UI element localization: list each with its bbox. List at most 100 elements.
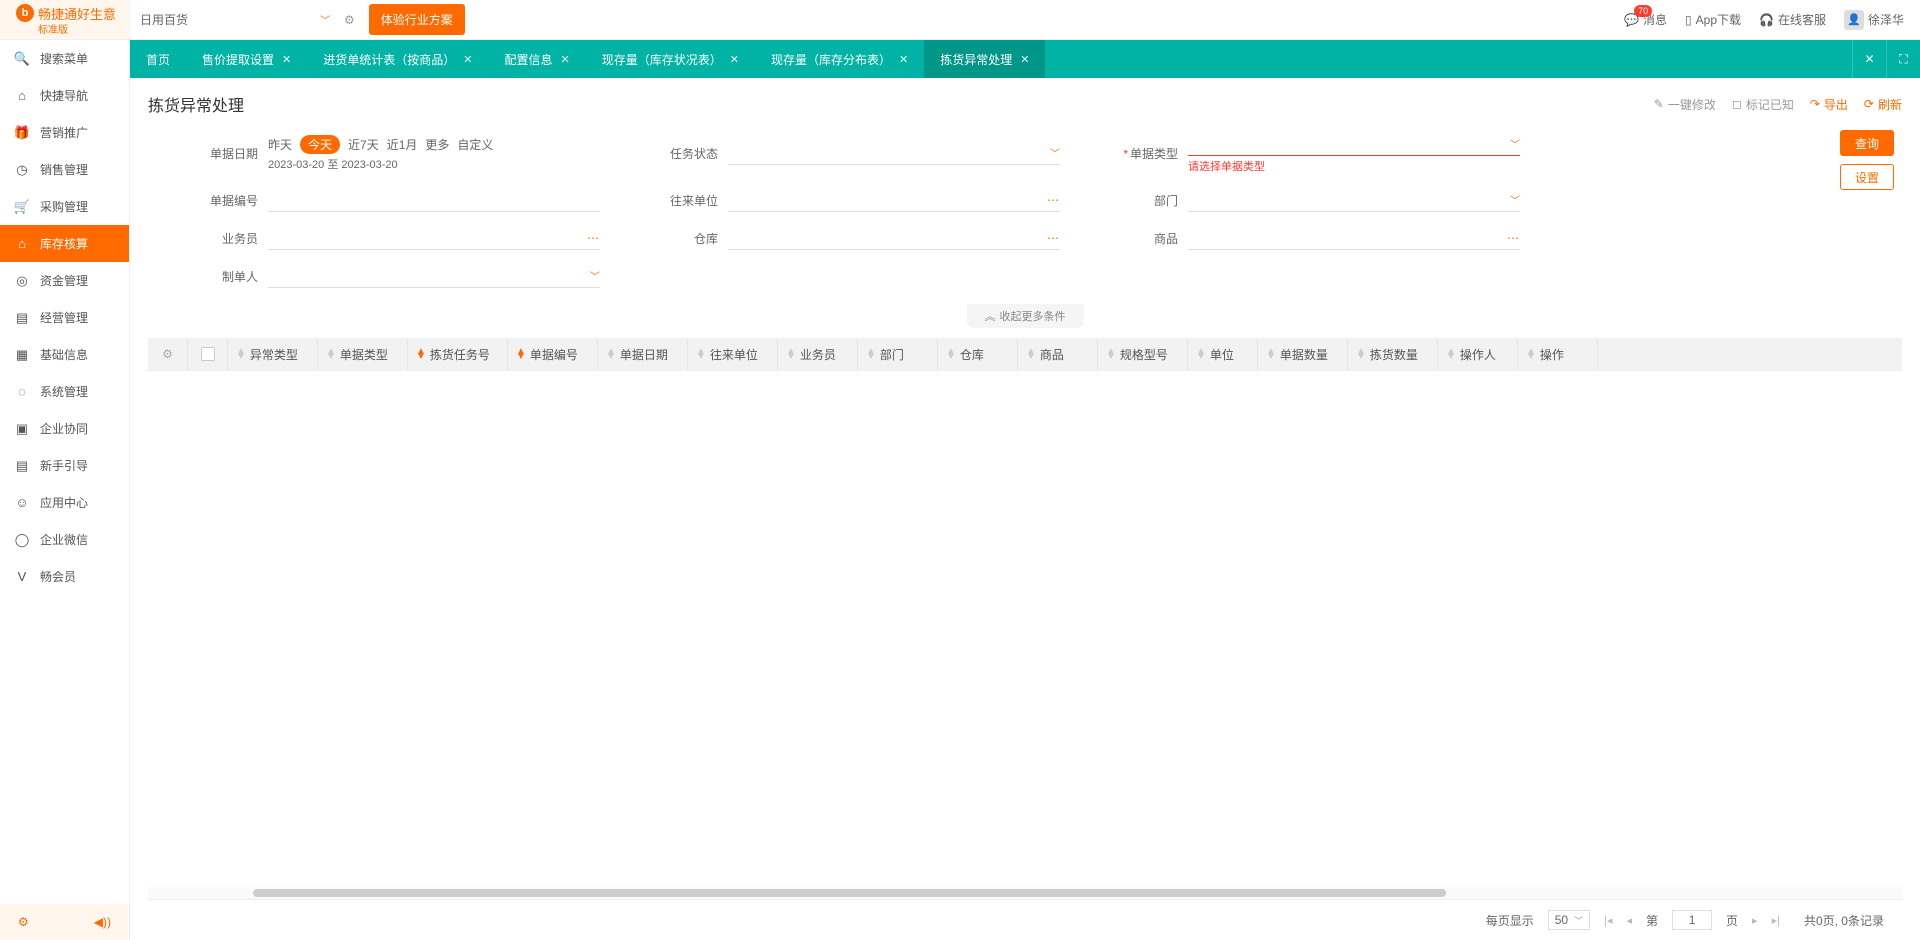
column-header[interactable]: ▲▼拣货任务号 [408,338,508,370]
label-dept: 部门 [1100,192,1188,209]
goods-select[interactable]: ⋯ [1188,226,1520,250]
tab-6[interactable]: 拣货异常处理 ✕ [924,40,1045,78]
sidebar-item-4[interactable]: 🛒采购管理 [0,188,129,225]
date-option[interactable]: 近7天 [348,136,379,153]
tab-5[interactable]: 现存量（库存分布表）✕ [755,40,924,78]
settings-button[interactable]: 设置 [1840,164,1894,190]
tab-0[interactable]: 首页 [130,40,186,78]
date-option[interactable]: 今天 [300,135,340,154]
column-header[interactable]: ▲▼异常类型 [228,338,318,370]
column-label: 单据类型 [340,346,388,363]
column-header[interactable]: ▲▼单据日期 [598,338,688,370]
prev-page[interactable]: ◂ [1626,914,1632,927]
sidebar-item-2[interactable]: 🎁营销推广 [0,114,129,151]
partner-select[interactable]: ⋯ [728,188,1060,212]
chevron-up-icon: ︽ [985,308,996,324]
sales-select[interactable]: ⋯ [268,226,600,250]
column-header[interactable]: ▲▼往来单位 [688,338,778,370]
sidebar-item-3[interactable]: ◷销售管理 [0,151,129,188]
close-icon[interactable]: ✕ [463,53,472,66]
refresh-action[interactable]: ⟳刷新 [1864,96,1902,113]
warehouse-select[interactable]: ⋯ [728,226,1060,250]
sidebar-item-10[interactable]: ▣企业协同 [0,410,129,447]
column-header[interactable]: ▲▼商品 [1018,338,1098,370]
filter-panel: 查询 设置 单据日期 昨天今天近7天近1月更多自定义 2023-03-20 至 … [130,126,1920,302]
column-header[interactable]: ▲▼单据编号 [508,338,598,370]
date-option[interactable]: 昨天 [268,136,292,153]
date-option[interactable]: 近1月 [387,136,418,153]
sidebar-item-12[interactable]: ☺应用中心 [0,484,129,521]
column-header[interactable]: ▲▼操作 [1518,338,1598,370]
store-select[interactable]: 日用百货 ﹀ [140,11,330,28]
date-option[interactable]: 更多 [425,136,449,153]
fullscreen-icon[interactable]: ⛶ [1886,40,1920,78]
sidebar-item-label: 快捷导航 [40,87,88,104]
messages-button[interactable]: 💬 消息 70 [1624,11,1667,28]
column-label: 规格型号 [1120,346,1168,363]
column-header[interactable]: ▲▼规格型号 [1098,338,1188,370]
sidebar-item-14[interactable]: V畅会员 [0,558,129,595]
doc-type-select[interactable]: ﹀ [1188,132,1520,156]
sidebar-item-13[interactable]: ◯企业微信 [0,521,129,558]
column-header[interactable]: ▲▼拣货数量 [1348,338,1438,370]
task-status-select[interactable]: ﹀ [728,141,1060,165]
sidebar-item-9[interactable]: ◌系统管理 [0,373,129,410]
label-doc-type: 单据类型 [1100,145,1188,162]
close-icon[interactable]: ✕ [1020,53,1029,66]
date-option[interactable]: 自定义 [457,136,493,153]
column-header[interactable]: ▲▼单据数量 [1258,338,1348,370]
doc-no-input[interactable] [268,188,600,212]
menu-icon: ▣ [14,421,30,437]
sort-icon: ▲▼ [1196,349,1206,359]
mark-known-action[interactable]: ◻标记已知 [1732,96,1794,113]
query-button[interactable]: 查询 [1840,130,1894,156]
column-header[interactable]: ▲▼部门 [858,338,938,370]
close-icon[interactable]: ✕ [730,53,739,66]
cta-button[interactable]: 体验行业方案 [369,4,465,35]
export-action[interactable]: ↷导出 [1810,96,1848,113]
next-page[interactable]: ▸ [1752,914,1758,927]
online-service[interactable]: 🎧 在线客服 [1759,11,1826,28]
close-icon[interactable]: ✕ [561,53,570,66]
column-header[interactable]: ▲▼单位 [1188,338,1258,370]
tab-2[interactable]: 进货单统计表（按商品）✕ [307,40,488,78]
tab-label: 拣货异常处理 [940,51,1012,68]
tab-4[interactable]: 现存量（库存状况表）✕ [586,40,755,78]
more-icon: ⋯ [1047,193,1060,207]
close-icon[interactable]: ✕ [282,53,291,66]
brand-name: 畅捷通好生意 [38,4,116,23]
column-settings[interactable]: ⚙ [148,338,188,370]
horizontal-scrollbar[interactable] [148,887,1902,899]
user-menu[interactable]: 👤 徐泽华 [1844,10,1904,30]
batch-edit-action[interactable]: ✎一键修改 [1654,96,1716,113]
sidebar-item-6[interactable]: ◎资金管理 [0,262,129,299]
first-page[interactable]: |◂ [1604,914,1612,927]
select-all-checkbox[interactable] [188,338,228,370]
close-icon[interactable]: ✕ [899,53,908,66]
sidebar-item-5[interactable]: ⌂库存核算 [0,225,129,262]
column-header[interactable]: ▲▼操作人 [1438,338,1518,370]
maker-select[interactable]: ﹀ [268,264,600,288]
per-page-select[interactable]: 50 ﹀ [1548,910,1590,930]
page-input[interactable]: 1 [1672,910,1712,930]
last-page[interactable]: ▸| [1772,914,1780,927]
sidebar-item-7[interactable]: ▤经营管理 [0,299,129,336]
tab-3[interactable]: 配置信息✕ [488,40,585,78]
collapse-filters[interactable]: ︽ 收起更多条件 [967,304,1084,328]
column-header[interactable]: ▲▼单据类型 [318,338,408,370]
sidebar-item-11[interactable]: ▤新手引导 [0,447,129,484]
settings-icon[interactable]: ⚙ [344,13,355,27]
gear-icon[interactable]: ⚙ [18,915,29,929]
sort-icon: ▲▼ [1356,349,1366,359]
dept-select[interactable]: ﹀ [1188,188,1520,212]
sidebar-item-1[interactable]: ⌂快捷导航 [0,77,129,114]
tab-close-all[interactable]: ✕ [1852,40,1886,78]
menu-icon: ◷ [14,162,30,178]
column-header[interactable]: ▲▼仓库 [938,338,1018,370]
app-download[interactable]: ▯ App下载 [1685,11,1741,28]
collapse-icon[interactable]: ◀)) [94,915,111,929]
sidebar-item-8[interactable]: ▦基础信息 [0,336,129,373]
sidebar-item-0[interactable]: 🔍搜索菜单 [0,40,129,77]
tab-1[interactable]: 售价提取设置✕ [186,40,307,78]
column-header[interactable]: ▲▼业务员 [778,338,858,370]
